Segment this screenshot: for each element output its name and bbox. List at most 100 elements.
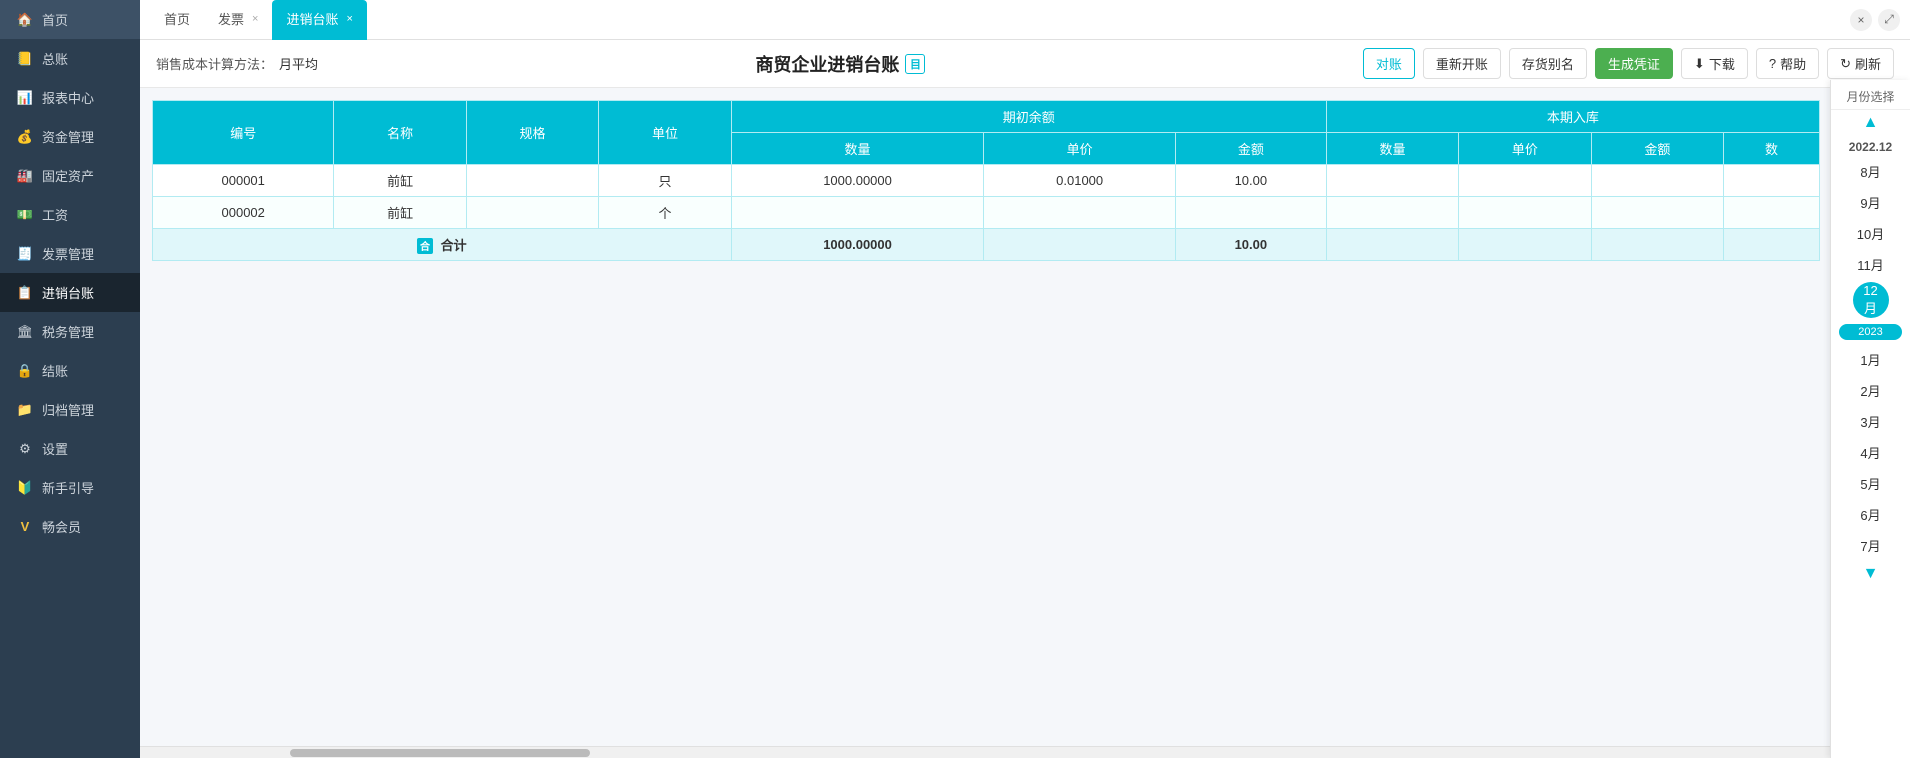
total-extra (1724, 229, 1820, 261)
total-init-amount: 10.00 (1175, 229, 1326, 261)
year-2023-badge: 2023 (1839, 324, 1902, 340)
window-controls: × ⤢ (1850, 9, 1900, 31)
window-maximize-button[interactable]: ⤢ (1878, 9, 1900, 31)
col-header-spec: 规格 (466, 101, 598, 165)
download-icon: ⬇ (1694, 56, 1705, 72)
tab-purchase-sales-close[interactable]: × (346, 13, 352, 25)
row-init-price: 0.01000 (984, 165, 1176, 197)
page-content: 销售成本计算方法： 月平均 商贸企业进销台账 目 对账 重新开账 存货别名 生成… (140, 40, 1910, 758)
row-init-qty (731, 197, 984, 229)
sidebar-item-purchase-sales[interactable]: 📋 进销台账 (0, 273, 140, 312)
table-total-row: 合 合计 1000.00000 10.00 (153, 229, 1820, 261)
row-in-price (1459, 197, 1591, 229)
sidebar-item-reports[interactable]: 📊 报表中心 (0, 78, 140, 117)
row-id: 000002 (153, 197, 334, 229)
sidebar-item-member[interactable]: V 畅会员 (0, 507, 140, 546)
row-name: 前缸 (334, 165, 466, 197)
window-minimize-button[interactable]: × (1850, 9, 1872, 31)
help-icon: ? (1769, 56, 1776, 71)
row-init-amount (1175, 197, 1326, 229)
month-item-8[interactable]: 8月 (1831, 156, 1910, 187)
horizontal-scrollbar[interactable] (140, 746, 1910, 758)
ledger-table: 编号 名称 规格 单位 期初余额 本期入库 数量 单价 金额 数量 单价 金额 (152, 100, 1820, 261)
row-unit: 个 (599, 197, 731, 229)
sidebar-item-home[interactable]: 🏠 首页 (0, 0, 140, 39)
month-item-3[interactable]: 3月 (1831, 406, 1910, 437)
row-spec (466, 165, 598, 197)
total-in-qty (1326, 229, 1458, 261)
sidebar-item-closing[interactable]: 🔒 结账 (0, 351, 140, 390)
generate-voucher-button[interactable]: 生成凭证 (1595, 48, 1673, 79)
tab-purchase-sales[interactable]: 进销台账 × (272, 0, 366, 40)
month-item-10[interactable]: 10月 (1831, 218, 1910, 249)
month-nav-up[interactable]: ▲ (1831, 110, 1910, 136)
month-item-11[interactable]: 11月 (1831, 249, 1910, 280)
reconcile-button[interactable]: 对账 (1363, 48, 1415, 79)
settings-icon: ⚙ (16, 440, 34, 458)
purchase-sales-icon: 📋 (16, 284, 34, 302)
toolbar: 对账 重新开账 存货别名 生成凭证 ⬇ 下载 ? 帮助 (1363, 48, 1894, 79)
row-in-qty (1326, 197, 1458, 229)
col-header-extra: 数 (1724, 133, 1820, 165)
row-init-qty: 1000.00000 (731, 165, 984, 197)
sidebar-item-salary[interactable]: 💵 工资 (0, 195, 140, 234)
tab-invoice-close[interactable]: × (252, 13, 258, 25)
total-icon: 合 (417, 238, 433, 254)
member-icon: V (16, 518, 34, 536)
month-item-5[interactable]: 5月 (1831, 468, 1910, 499)
col-header-unit: 单位 (599, 101, 731, 165)
sidebar-item-ledger[interactable]: 📒 总账 (0, 39, 140, 78)
tab-home[interactable]: 首页 (150, 0, 204, 40)
col-header-init-qty: 数量 (731, 133, 984, 165)
scroll-thumb[interactable] (290, 749, 590, 757)
row-extra (1724, 197, 1820, 229)
row-in-price (1459, 165, 1591, 197)
col-header-period-initial: 期初余额 (731, 101, 1326, 133)
cost-method: 销售成本计算方法： 月平均 (156, 54, 318, 73)
row-extra (1724, 165, 1820, 197)
month-item-6[interactable]: 6月 (1831, 499, 1910, 530)
col-header-in-qty: 数量 (1326, 133, 1458, 165)
sidebar-item-settings[interactable]: ⚙ 设置 (0, 429, 140, 468)
row-unit: 只 (599, 165, 731, 197)
col-header-name: 名称 (334, 101, 466, 165)
row-name: 前缸 (334, 197, 466, 229)
month-item-9[interactable]: 9月 (1831, 187, 1910, 218)
row-id: 000001 (153, 165, 334, 197)
title-edit-icon[interactable]: 目 (905, 54, 925, 74)
sidebar-item-assets[interactable]: 🏭 固定资产 (0, 156, 140, 195)
download-button[interactable]: ⬇ 下载 (1681, 48, 1748, 79)
tax-icon: 🏛 (16, 323, 34, 341)
total-in-price (1459, 229, 1591, 261)
reopen-button[interactable]: 重新开账 (1423, 48, 1501, 79)
sidebar-item-archive[interactable]: 📁 归档管理 (0, 390, 140, 429)
month-item-2[interactable]: 2月 (1831, 375, 1910, 406)
total-in-amount (1591, 229, 1723, 261)
row-in-amount (1591, 165, 1723, 197)
row-init-amount: 10.00 (1175, 165, 1326, 197)
refresh-button[interactable]: ↻ 刷新 (1827, 48, 1894, 79)
col-header-init-price: 单价 (984, 133, 1176, 165)
month-item-1[interactable]: 1月 (1831, 344, 1910, 375)
month-item-4[interactable]: 4月 (1831, 437, 1910, 468)
table-wrapper[interactable]: 编号 名称 规格 单位 期初余额 本期入库 数量 单价 金额 数量 单价 金额 (140, 88, 1910, 746)
sidebar-item-guide[interactable]: 🔰 新手引导 (0, 468, 140, 507)
sidebar-item-invoice-mgmt[interactable]: 🧾 发票管理 (0, 234, 140, 273)
save-alias-button[interactable]: 存货别名 (1509, 48, 1587, 79)
total-init-qty: 1000.00000 (731, 229, 984, 261)
col-header-in-amount: 金额 (1591, 133, 1723, 165)
sidebar-item-tax[interactable]: 🏛 税务管理 (0, 312, 140, 351)
row-in-amount (1591, 197, 1723, 229)
month-item-12-active[interactable]: 12月 (1853, 282, 1889, 318)
page-title: 商贸企业进销台账 目 (755, 51, 925, 77)
funds-icon: 💰 (16, 128, 34, 146)
month-panel-title: 月份选择 (1831, 80, 1910, 110)
help-button[interactable]: ? 帮助 (1756, 48, 1819, 79)
tab-invoice[interactable]: 发票 × (204, 0, 272, 40)
month-nav-down[interactable]: ▼ (1831, 561, 1910, 587)
sidebar-item-funds[interactable]: 💰 资金管理 (0, 117, 140, 156)
reports-icon: 📊 (16, 89, 34, 107)
year-2022-label: 2022.12 (1831, 136, 1910, 156)
archive-icon: 📁 (16, 401, 34, 419)
month-item-7[interactable]: 7月 (1831, 530, 1910, 561)
